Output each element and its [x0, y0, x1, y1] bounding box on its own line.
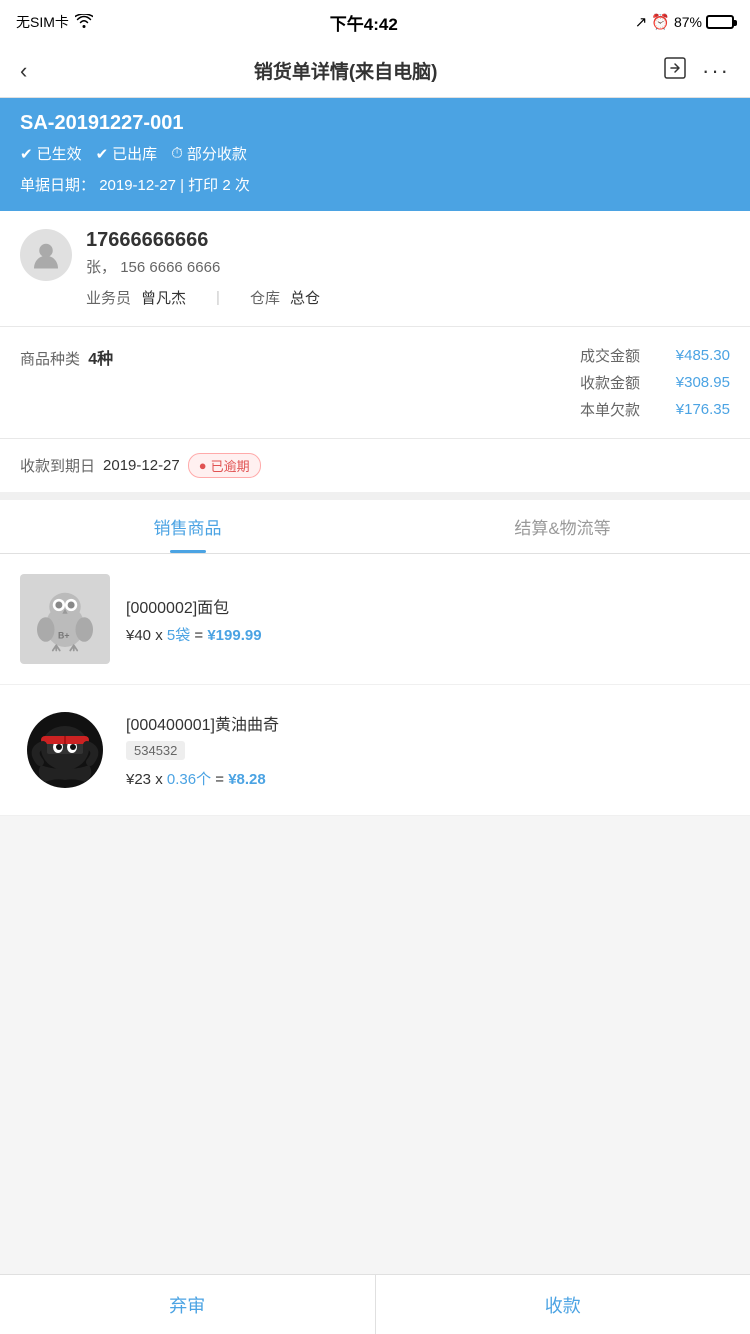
- due-date-section: 收款到期日 2019-12-27 ● 已逾期: [0, 439, 750, 500]
- stat-debt: 本单欠款 ¥176.35: [580, 399, 730, 420]
- badge-shipped: ✔ 已出库: [96, 143, 158, 164]
- stat-deal-amount: 成交金额 ¥485.30: [580, 345, 730, 366]
- tab-settlement[interactable]: 结算&物流等: [375, 500, 750, 553]
- product-item-2: [000400001]黄油曲奇 534532 ¥23 x 0.36个 = ¥8.…: [0, 685, 750, 816]
- product-sku-2: 534532: [126, 741, 185, 760]
- product-price-2: ¥23 x 0.36个 = ¥8.28: [126, 768, 730, 789]
- stats-amounts: 成交金额 ¥485.30 收款金额 ¥308.95 本单欠款 ¥176.35: [580, 345, 730, 420]
- stats-section: 商品种类 4种 成交金额 ¥485.30 收款金额 ¥308.95 本单欠款 ¥…: [0, 327, 750, 439]
- customer-info: 17666666666 张， 156 6666 6666 业务员 曾凡杰 | 仓…: [86, 229, 730, 308]
- stats-category: 商品种类 4种: [20, 345, 113, 369]
- share-button[interactable]: [664, 57, 686, 85]
- stat-received: 收款金额 ¥308.95: [580, 372, 730, 393]
- product-price-1: ¥40 x 5袋 = ¥199.99: [126, 624, 730, 645]
- customer-section: 17666666666 张， 156 6666 6666 业务员 曾凡杰 | 仓…: [0, 211, 750, 327]
- order-id: SA-20191227-001: [20, 112, 730, 135]
- overdue-icon: ●: [199, 458, 207, 473]
- more-button[interactable]: ···: [702, 58, 730, 84]
- location-icon: ↗: [635, 13, 648, 31]
- status-left: 无SIM卡: [16, 12, 93, 32]
- tabs: 销售商品 结算&物流等: [0, 500, 750, 554]
- tab-products[interactable]: 销售商品: [0, 500, 375, 553]
- wifi-icon: [75, 14, 93, 31]
- product-info-2: [000400001]黄油曲奇 534532 ¥23 x 0.36个 = ¥8.…: [126, 711, 730, 789]
- order-date: 单据日期： 2019-12-27 | 打印 2 次: [20, 174, 730, 195]
- customer-meta: 业务员 曾凡杰 | 仓库 总仓: [86, 287, 730, 308]
- customer-name: 17666666666: [86, 229, 730, 252]
- badge-partial-payment: ⏱ 部分收款: [171, 143, 247, 164]
- overdue-badge: ● 已逾期: [188, 453, 261, 478]
- bottom-bar: 弃审 收款: [0, 1274, 750, 1334]
- status-right: ↗ ⏰ 87%: [635, 13, 734, 31]
- product-name-1: [0000002]面包: [126, 594, 730, 618]
- product-item: B+ [0000002]面包 ¥40 x 5袋 = ¥199.99: [0, 554, 750, 685]
- products-list: B+ [0000002]面包 ¥40 x 5袋 = ¥199.99: [0, 554, 750, 816]
- status-time: 下午4:42: [330, 10, 398, 35]
- check-icon-2: ✔: [96, 145, 109, 163]
- battery-text: 87%: [674, 14, 702, 30]
- avatar: [20, 229, 72, 281]
- order-badges: ✔ 已生效 ✔ 已出库 ⏱ 部分收款: [20, 143, 730, 164]
- alarm-icon: ⏰: [651, 13, 670, 31]
- confirm-button[interactable]: 收款: [376, 1275, 750, 1334]
- clock-icon: ⏱: [171, 145, 183, 162]
- page-title: 销货单详情(来自电脑): [254, 57, 438, 84]
- product-name-2: [000400001]黄油曲奇: [126, 711, 730, 735]
- check-icon-1: ✔: [20, 145, 33, 163]
- svg-text:B+: B+: [58, 630, 69, 640]
- back-button[interactable]: ‹: [20, 58, 27, 84]
- product-info-1: [0000002]面包 ¥40 x 5袋 = ¥199.99: [126, 594, 730, 645]
- nav-bar: ‹ 销货单详情(来自电脑) ···: [0, 44, 750, 98]
- battery-icon: [706, 15, 734, 29]
- carrier-text: 无SIM卡: [16, 12, 69, 32]
- order-header: SA-20191227-001 ✔ 已生效 ✔ 已出库 ⏱ 部分收款 单据日期：…: [0, 98, 750, 211]
- product-image-1: B+: [20, 574, 110, 664]
- customer-phone: 张， 156 6666 6666: [86, 256, 730, 277]
- status-bar: 无SIM卡 下午4:42 ↗ ⏰ 87%: [0, 0, 750, 44]
- cancel-button[interactable]: 弃审: [0, 1275, 376, 1334]
- product-image-2: [20, 705, 110, 795]
- nav-actions: ···: [664, 57, 730, 85]
- badge-effective: ✔ 已生效: [20, 143, 82, 164]
